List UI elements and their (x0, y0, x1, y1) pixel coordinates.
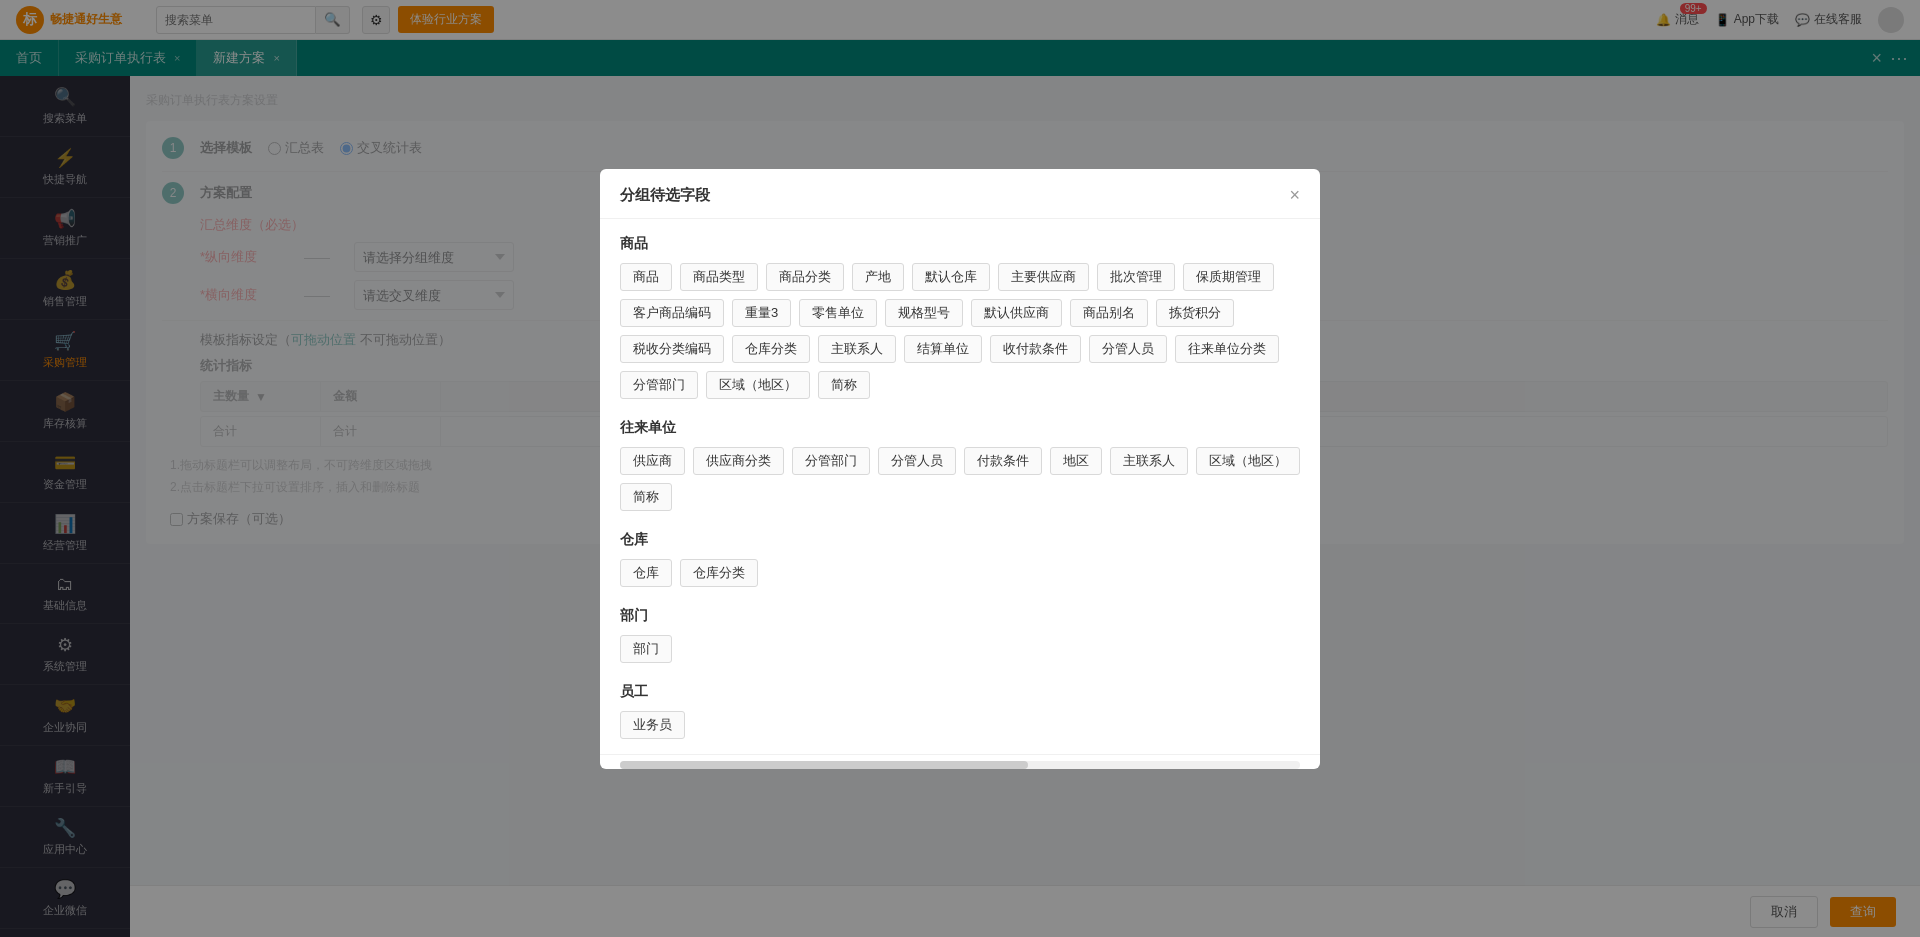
field-tag-customer-code[interactable]: 客户商品编码 (620, 299, 724, 327)
section-dept-tags: 部门 (620, 635, 1300, 663)
field-tag-partner-short[interactable]: 简称 (620, 483, 672, 511)
field-tag-origin[interactable]: 产地 (852, 263, 904, 291)
field-tag-default-supplier[interactable]: 默认供应商 (971, 299, 1062, 327)
field-tag-partner-category[interactable]: 往来单位分类 (1175, 335, 1279, 363)
field-tag-pick-score[interactable]: 拣货积分 (1156, 299, 1234, 327)
hscroll-thumb (620, 761, 1028, 769)
section-dept-title: 部门 (620, 607, 1300, 625)
field-tag-product-type[interactable]: 商品类型 (680, 263, 758, 291)
section-dept: 部门 部门 (620, 607, 1300, 663)
field-tag-warehouse-category[interactable]: 仓库分类 (732, 335, 810, 363)
field-tag-main-contact[interactable]: 主联系人 (818, 335, 896, 363)
field-tag-partner-region[interactable]: 区域（地区） (1196, 447, 1300, 475)
modal-body: 商品 商品 商品类型 商品分类 产地 默认仓库 主要供应商 批次管理 保质期管理… (600, 219, 1320, 754)
modal-title: 分组待选字段 (620, 186, 710, 205)
hscroll-bar[interactable] (620, 761, 1300, 769)
section-employee-tags: 业务员 (620, 711, 1300, 739)
modal-dialog: 分组待选字段 × 商品 商品 商品类型 商品分类 产地 默认仓库 主要供应商 批… (600, 169, 1320, 769)
field-tag-partner-manager[interactable]: 分管人员 (878, 447, 956, 475)
section-employee-title: 员工 (620, 683, 1300, 701)
modal-hscroll (600, 754, 1320, 769)
field-tag-default-warehouse[interactable]: 默认仓库 (912, 263, 990, 291)
field-tag-product-alias[interactable]: 商品别名 (1070, 299, 1148, 327)
field-tag-supplier-category[interactable]: 供应商分类 (693, 447, 784, 475)
field-tag-area[interactable]: 地区 (1050, 447, 1102, 475)
field-tag-short-name[interactable]: 简称 (818, 371, 870, 399)
section-partner-tags: 供应商 供应商分类 分管部门 分管人员 付款条件 地区 主联系人 区域（地区） … (620, 447, 1300, 511)
section-warehouse-title: 仓库 (620, 531, 1300, 549)
field-tag-department[interactable]: 部门 (620, 635, 672, 663)
section-product-tags: 商品 商品类型 商品分类 产地 默认仓库 主要供应商 批次管理 保质期管理 客户… (620, 263, 1300, 399)
field-tag-payment-condition[interactable]: 收付款条件 (990, 335, 1081, 363)
field-tag-spec-model[interactable]: 规格型号 (885, 299, 963, 327)
section-product-title: 商品 (620, 235, 1300, 253)
field-tag-tax-code[interactable]: 税收分类编码 (620, 335, 724, 363)
section-employee: 员工 业务员 (620, 683, 1300, 739)
field-tag-product-category[interactable]: 商品分类 (766, 263, 844, 291)
section-partner: 往来单位 供应商 供应商分类 分管部门 分管人员 付款条件 地区 主联系人 区域… (620, 419, 1300, 511)
section-warehouse: 仓库 仓库 仓库分类 (620, 531, 1300, 587)
field-tag-supplier[interactable]: 供应商 (620, 447, 685, 475)
field-tag-quality-period[interactable]: 保质期管理 (1183, 263, 1274, 291)
field-tag-warehouse-cat[interactable]: 仓库分类 (680, 559, 758, 587)
field-tag-pay-condition[interactable]: 付款条件 (964, 447, 1042, 475)
modal-close-button[interactable]: × (1289, 185, 1300, 206)
field-tag-settlement-unit[interactable]: 结算单位 (904, 335, 982, 363)
field-tag-retail-unit[interactable]: 零售单位 (799, 299, 877, 327)
field-tag-partner-contact[interactable]: 主联系人 (1110, 447, 1188, 475)
field-tag-partner-dept[interactable]: 分管部门 (792, 447, 870, 475)
field-tag-dept[interactable]: 分管部门 (620, 371, 698, 399)
section-warehouse-tags: 仓库 仓库分类 (620, 559, 1300, 587)
modal-overlay: 分组待选字段 × 商品 商品 商品类型 商品分类 产地 默认仓库 主要供应商 批… (0, 0, 1920, 937)
field-tag-weight3[interactable]: 重量3 (732, 299, 791, 327)
field-tag-batch-mgmt[interactable]: 批次管理 (1097, 263, 1175, 291)
field-tag-main-supplier[interactable]: 主要供应商 (998, 263, 1089, 291)
section-product: 商品 商品 商品类型 商品分类 产地 默认仓库 主要供应商 批次管理 保质期管理… (620, 235, 1300, 399)
field-tag-manager[interactable]: 分管人员 (1089, 335, 1167, 363)
field-tag-salesperson[interactable]: 业务员 (620, 711, 685, 739)
modal-header: 分组待选字段 × (600, 169, 1320, 219)
field-tag-region[interactable]: 区域（地区） (706, 371, 810, 399)
field-tag-warehouse[interactable]: 仓库 (620, 559, 672, 587)
field-tag-product[interactable]: 商品 (620, 263, 672, 291)
section-partner-title: 往来单位 (620, 419, 1300, 437)
